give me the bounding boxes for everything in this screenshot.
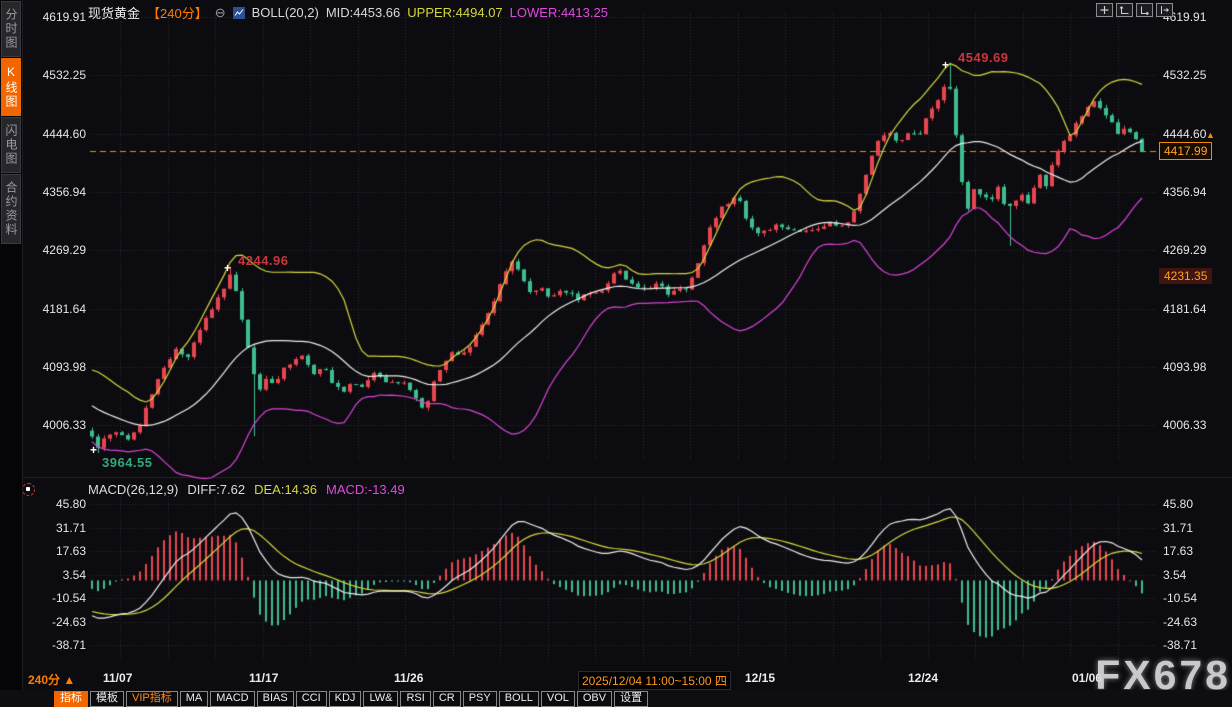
- toolbar-button-MA[interactable]: MA: [179, 690, 209, 707]
- toolbar-button-MACD[interactable]: MACD: [210, 690, 255, 707]
- sidebar-tab-K线图[interactable]: K线图: [1, 58, 21, 116]
- current-price-arrow-icon: ▲: [1206, 130, 1215, 141]
- macd-tick-right: 31.71: [1163, 520, 1194, 535]
- macd-tick-left: 45.80: [55, 497, 86, 511]
- toolbar-button-BOLL[interactable]: BOLL: [498, 690, 539, 707]
- toolbar-button-BIAS[interactable]: BIAS: [256, 690, 294, 707]
- macd-value: MACD:-13.49: [325, 482, 405, 497]
- main-chart-header: 现货黄金 【240分】 ⊖ BOLL(20,2) MID:4453.66 UPP…: [88, 3, 608, 22]
- macd-dea-value: DEA:14.36: [254, 482, 317, 497]
- secondary-price-label: 4231.35: [1159, 267, 1213, 284]
- time-axis-label: 11/07: [103, 671, 133, 685]
- time-axis-label: 11/26: [394, 671, 424, 685]
- move-icon: [1100, 6, 1109, 14]
- price-tick-right: 4269.29: [1163, 243, 1207, 258]
- toolbar-button-VIP指标[interactable]: VIP指标: [126, 690, 178, 707]
- chart-icon: [232, 6, 245, 19]
- bar-arrow-right-icon: [1161, 6, 1169, 14]
- toolbar-button-LW&[interactable]: LW&: [363, 690, 399, 707]
- macd-tick-left: 3.54: [62, 567, 86, 582]
- macd-tick-left: -38.71: [51, 638, 86, 653]
- price-tick-left: 4006.33: [42, 418, 86, 433]
- axis-zoom-horizontal-button[interactable]: [1136, 3, 1153, 17]
- macd-tick-right: -24.63: [1163, 614, 1198, 629]
- period-dropdown-icon: ▲: [63, 673, 76, 687]
- macd-tick-right: 45.80: [1163, 497, 1194, 511]
- macd-diff-value: DIFF:7.62: [187, 482, 246, 497]
- time-axis-label: 11/17: [249, 671, 279, 685]
- boll-mid-value: MID:4453.66: [325, 5, 401, 20]
- price-tick-left: 4269.29: [42, 243, 86, 258]
- high-marker-icon: +: [942, 57, 950, 72]
- page-right-button[interactable]: [1156, 3, 1173, 17]
- axis-zoom-vertical-button[interactable]: [1116, 3, 1133, 17]
- indicator-toolbar: 指标 模板 VIP指标 MA MACD BIAS CCI KDJ LW& RSI CR PSY BOLL…: [0, 690, 1232, 707]
- period-label[interactable]: 【240分】: [147, 3, 208, 22]
- swing-high-marker-icon: +: [224, 260, 232, 275]
- price-tick-left: 4093.98: [42, 359, 86, 374]
- low-annotation: 3964.55: [102, 455, 153, 471]
- price-tick-right: 4093.98: [1163, 359, 1207, 374]
- price-tick-left: 4181.64: [42, 301, 86, 316]
- price-tick-right: 4181.64: [1163, 301, 1207, 316]
- macd-tick-right: -38.71: [1163, 638, 1198, 653]
- toolbar-button-PSY[interactable]: PSY: [462, 690, 497, 707]
- macd-tick-right: 17.63: [1163, 544, 1194, 559]
- price-tick-left: 4619.91: [42, 10, 86, 24]
- move-chart-button[interactable]: [1096, 3, 1113, 17]
- high-annotation: 4549.69: [958, 49, 1009, 65]
- trading-app-window: 分时图 K线图 闪电图 合约资料 现货黄金 【240分】 ⊖ BOLL(20,2) M…: [0, 0, 1232, 707]
- toolbar-button-设置[interactable]: 设置: [614, 690, 649, 707]
- toolbar-button-VOL[interactable]: VOL: [540, 690, 575, 707]
- swing-high-annotation: 4244.96: [238, 252, 289, 268]
- toolbar-button-模板[interactable]: 模板: [90, 690, 124, 707]
- macd-tick-left: -10.54: [51, 591, 86, 606]
- axis-up-icon: [1119, 6, 1129, 14]
- hovered-bar-datetime: 2025/12/04 11:00~15:00 四: [578, 671, 731, 690]
- price-tick-right: 4444.60: [1163, 126, 1207, 141]
- price-tick-right: 4532.25: [1163, 68, 1207, 83]
- boll-lower-value: LOWER:4413.25: [509, 5, 608, 20]
- time-axis-label: 12/15: [745, 671, 776, 685]
- boll-label: BOLL(20,2): [251, 5, 319, 20]
- macd-header: MACD(26,12,9) DIFF:7.62 DEA:14.36 MACD:-…: [88, 482, 405, 497]
- low-marker-icon: +: [90, 443, 98, 458]
- sidebar-tab-合约资料[interactable]: 合约资料: [1, 174, 21, 244]
- axis-right-icon: [1141, 6, 1149, 15]
- price-tick-left: 4356.94: [42, 184, 86, 199]
- macd-tick-right: -10.54: [1163, 591, 1198, 606]
- chart-type-sidebar: 分时图 K线图 闪电图 合约资料: [0, 0, 23, 707]
- toolbar-button-CR[interactable]: CR: [432, 690, 461, 707]
- sidebar-tab-闪电图[interactable]: 闪电图: [1, 117, 21, 173]
- toolbar-button-CCI[interactable]: CCI: [295, 690, 327, 707]
- sidebar-tab-分时图[interactable]: 分时图: [1, 1, 21, 57]
- price-tick-right: 4356.94: [1163, 184, 1207, 199]
- macd-tick-left: -24.63: [51, 614, 86, 629]
- macd-tick-left: 17.63: [55, 544, 86, 559]
- chart-canvas[interactable]: [0, 0, 1232, 707]
- time-axis-label: 12/24: [908, 671, 939, 685]
- price-tick-right: 4006.33: [1163, 418, 1207, 433]
- collapse-icon[interactable]: ⊖: [215, 5, 226, 21]
- chart-window-controls: [1096, 3, 1173, 17]
- boll-upper-value: UPPER:4494.07: [407, 5, 503, 20]
- time-axis: 240分 ▲ 2025/12/04 11:00~15:00 四 11/07 11/…: [0, 668, 1232, 690]
- macd-pane-marker-icon: [22, 483, 35, 496]
- toolbar-button-指标[interactable]: 指标: [54, 690, 88, 707]
- period-selector[interactable]: 240分 ▲: [28, 671, 75, 688]
- current-price-label: 4417.99: [1159, 142, 1213, 161]
- toolbar-button-RSI[interactable]: RSI: [400, 690, 431, 707]
- symbol-name: 现货黄金: [88, 6, 141, 21]
- toolbar-button-KDJ[interactable]: KDJ: [328, 690, 362, 707]
- macd-tick-left: 31.71: [55, 520, 86, 535]
- macd-tick-right: 3.54: [1163, 567, 1187, 582]
- price-tick-left: 4444.60: [42, 126, 86, 141]
- toolbar-button-OBV[interactable]: OBV: [576, 690, 613, 707]
- macd-params: MACD(26,12,9): [88, 482, 179, 497]
- price-tick-left: 4532.25: [42, 68, 86, 83]
